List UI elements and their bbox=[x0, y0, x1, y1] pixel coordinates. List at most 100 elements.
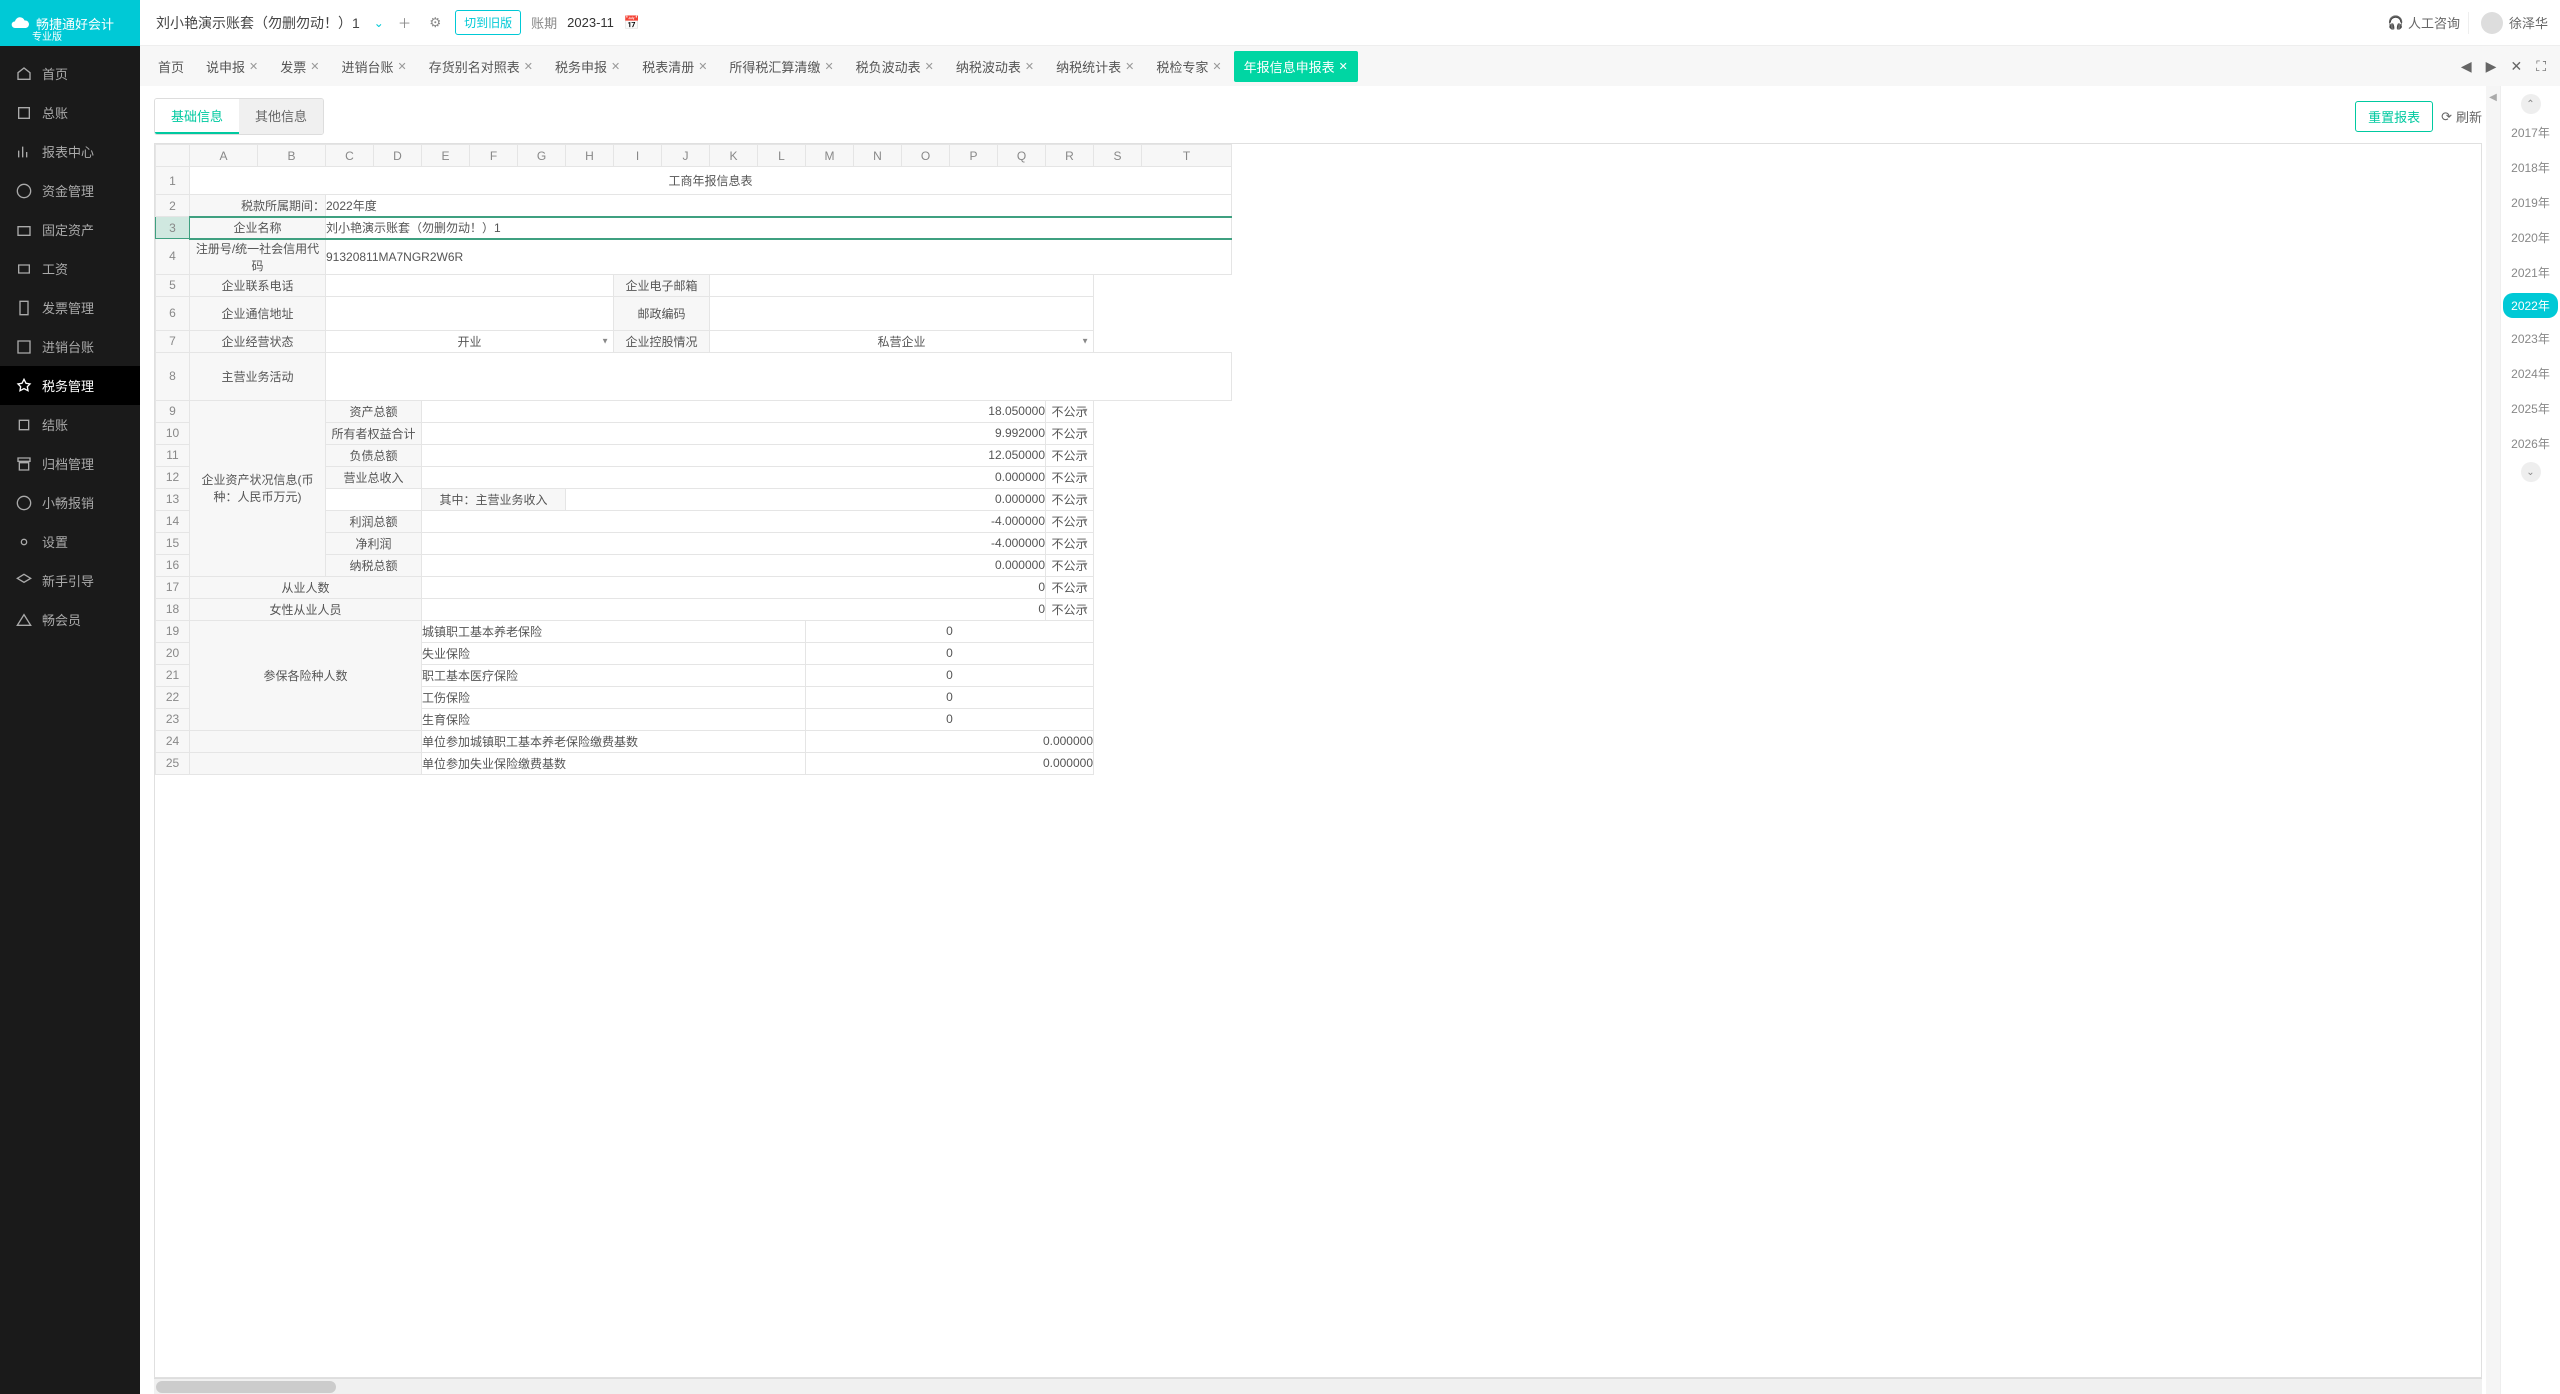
fin-row-value[interactable]: -4.000000 bbox=[422, 532, 1046, 554]
year-panel-collapse[interactable]: ◀ bbox=[2486, 86, 2500, 1394]
company-value[interactable]: 刘小艳演示账套（勿删勿动！）1 bbox=[326, 217, 1232, 239]
insurance-row-value[interactable]: 0 bbox=[806, 686, 1094, 708]
nav-item-invoice[interactable]: 发票管理 bbox=[0, 288, 140, 327]
nav-item-chart[interactable]: 报表中心 bbox=[0, 132, 140, 171]
sub-tab-other[interactable]: 其他信息 bbox=[239, 99, 323, 134]
spreadsheet[interactable]: ABCDEFGHIJKLMNOPQRST1工商年报信息表2税款所属期间：2022… bbox=[154, 143, 2482, 1378]
disclose-select[interactable]: 不公示 bbox=[1046, 444, 1094, 466]
year-scroll-down[interactable]: ⌄ bbox=[2521, 462, 2541, 482]
nav-item-ledger[interactable]: 总账 bbox=[0, 93, 140, 132]
disclose-select[interactable]: 不公示 bbox=[1046, 422, 1094, 444]
year-2024年[interactable]: 2024年 bbox=[2507, 359, 2554, 388]
year-2019年[interactable]: 2019年 bbox=[2507, 188, 2554, 217]
sub-tab-basic[interactable]: 基础信息 bbox=[155, 99, 239, 134]
insurance-row-value[interactable]: 0 bbox=[806, 708, 1094, 730]
fin-row-value[interactable]: 0.000000 bbox=[422, 554, 1046, 576]
period-value[interactable]: 2023-11 bbox=[567, 15, 614, 30]
nav-item-vip[interactable]: 畅会员 bbox=[0, 600, 140, 639]
nav-item-home[interactable]: 首页 bbox=[0, 54, 140, 93]
addr-value[interactable] bbox=[326, 296, 614, 330]
user-menu[interactable]: 徐泽华 bbox=[2468, 12, 2548, 34]
year-2026年[interactable]: 2026年 bbox=[2507, 429, 2554, 458]
tab-进销台账[interactable]: 进销台账✕ bbox=[331, 51, 416, 82]
reset-report-button[interactable]: 重置报表 bbox=[2355, 101, 2433, 132]
year-2018年[interactable]: 2018年 bbox=[2507, 153, 2554, 182]
close-icon[interactable]: ✕ bbox=[310, 60, 319, 73]
disclose-select[interactable]: 不公示 bbox=[1046, 510, 1094, 532]
disclose-select[interactable]: 不公示 bbox=[1046, 488, 1094, 510]
tab-存货别名对照表[interactable]: 存货别名对照表✕ bbox=[419, 51, 543, 82]
close-icon[interactable]: ✕ bbox=[925, 60, 934, 73]
tab-scroll-right[interactable]: ▶ bbox=[2480, 54, 2503, 79]
account-selector[interactable]: 刘小艳演示账套（勿删勿动！）1 bbox=[152, 9, 364, 37]
fin-row-value[interactable]: 0.000000 bbox=[422, 466, 1046, 488]
calendar-icon[interactable]: 📅 bbox=[624, 15, 640, 31]
horizontal-scrollbar[interactable] bbox=[154, 1378, 2482, 1394]
close-icon[interactable]: ✕ bbox=[1025, 60, 1034, 73]
disclose-select[interactable]: 不公示 bbox=[1046, 554, 1094, 576]
holding-value[interactable]: 私营企业 bbox=[710, 330, 1094, 352]
nav-item-guide[interactable]: 新手引导 bbox=[0, 561, 140, 600]
year-2021年[interactable]: 2021年 bbox=[2507, 258, 2554, 287]
email-value[interactable] bbox=[710, 274, 1094, 296]
mainbiz-value[interactable] bbox=[326, 352, 1232, 400]
close-icon[interactable]: ✕ bbox=[1212, 60, 1221, 73]
nav-item-close[interactable]: 结账 bbox=[0, 405, 140, 444]
nav-item-asset[interactable]: 固定资产 bbox=[0, 210, 140, 249]
phone-value[interactable] bbox=[326, 274, 614, 296]
year-scroll-up[interactable]: ⌃ bbox=[2521, 94, 2541, 114]
tab-年报信息申报表[interactable]: 年报信息申报表✕ bbox=[1234, 51, 1358, 82]
fin-sub-value[interactable]: 0.000000 bbox=[566, 488, 1046, 510]
disclose-select[interactable]: 不公示 bbox=[1046, 576, 1094, 598]
tab-纳税统计表[interactable]: 纳税统计表✕ bbox=[1046, 51, 1144, 82]
year-2020年[interactable]: 2020年 bbox=[2507, 223, 2554, 252]
fin-row-value[interactable]: -4.000000 bbox=[422, 510, 1046, 532]
year-2022年[interactable]: 2022年 bbox=[2503, 293, 2558, 318]
tab-所得税汇算清缴[interactable]: 所得税汇算清缴✕ bbox=[719, 51, 843, 82]
female-value[interactable]: 0 bbox=[422, 598, 1046, 620]
fin-row-value[interactable]: 9.992000 bbox=[422, 422, 1046, 444]
close-all-tabs[interactable]: ✕ bbox=[2504, 54, 2528, 79]
base-row-value[interactable]: 0.000000 bbox=[806, 752, 1094, 774]
nav-item-salary[interactable]: 工资 bbox=[0, 249, 140, 288]
tab-税表清册[interactable]: 税表清册✕ bbox=[632, 51, 717, 82]
close-icon[interactable]: ✕ bbox=[1125, 60, 1134, 73]
fin-row-value[interactable]: 18.050000 bbox=[422, 400, 1046, 422]
close-icon[interactable]: ✕ bbox=[524, 60, 533, 73]
insurance-row-value[interactable]: 0 bbox=[806, 664, 1094, 686]
nav-item-tax[interactable]: 税务管理 bbox=[0, 366, 140, 405]
disclose-select[interactable]: 不公示 bbox=[1046, 598, 1094, 620]
consult-link[interactable]: 🎧 人工咨询 bbox=[2388, 13, 2460, 32]
fullscreen-button[interactable]: ⛶ bbox=[2530, 54, 2552, 79]
employees-value[interactable]: 0 bbox=[422, 576, 1046, 598]
nav-item-settings[interactable]: 设置 bbox=[0, 522, 140, 561]
status-value[interactable]: 开业 bbox=[326, 330, 614, 352]
tab-税检专家[interactable]: 税检专家✕ bbox=[1146, 51, 1231, 82]
refresh-button[interactable]: ⟳ 刷新 bbox=[2441, 107, 2482, 126]
switch-old-version-button[interactable]: 切到旧版 bbox=[455, 10, 521, 35]
close-icon[interactable]: ✕ bbox=[1339, 60, 1348, 73]
year-2025年[interactable]: 2025年 bbox=[2507, 394, 2554, 423]
tab-税负波动表[interactable]: 税负波动表✕ bbox=[846, 51, 944, 82]
postal-value[interactable] bbox=[710, 296, 1094, 330]
nav-item-archive[interactable]: 归档管理 bbox=[0, 444, 140, 483]
nav-item-money[interactable]: 资金管理 bbox=[0, 171, 140, 210]
chevron-down-icon[interactable]: ⌄ bbox=[374, 16, 384, 30]
nav-item-stock[interactable]: 进销台账 bbox=[0, 327, 140, 366]
close-icon[interactable]: ✕ bbox=[249, 60, 258, 73]
close-icon[interactable]: ✕ bbox=[398, 60, 407, 73]
insurance-row-value[interactable]: 0 bbox=[806, 642, 1094, 664]
tab-首页[interactable]: 首页 bbox=[148, 51, 194, 82]
disclose-select[interactable]: 不公示 bbox=[1046, 466, 1094, 488]
year-2023年[interactable]: 2023年 bbox=[2507, 324, 2554, 353]
settings-icon[interactable]: ⚙ bbox=[425, 11, 445, 35]
fin-row-value[interactable]: 12.050000 bbox=[422, 444, 1046, 466]
tab-说申报[interactable]: 说申报✕ bbox=[196, 51, 268, 82]
tab-scroll-left[interactable]: ◀ bbox=[2455, 54, 2478, 79]
year-2017年[interactable]: 2017年 bbox=[2507, 118, 2554, 147]
disclose-select[interactable]: 不公示 bbox=[1046, 532, 1094, 554]
disclose-select[interactable]: 不公示 bbox=[1046, 400, 1094, 422]
regno-value[interactable]: 91320811MA7NGR2W6R bbox=[326, 239, 1232, 275]
tab-发票[interactable]: 发票✕ bbox=[270, 51, 329, 82]
base-row-value[interactable]: 0.000000 bbox=[806, 730, 1094, 752]
